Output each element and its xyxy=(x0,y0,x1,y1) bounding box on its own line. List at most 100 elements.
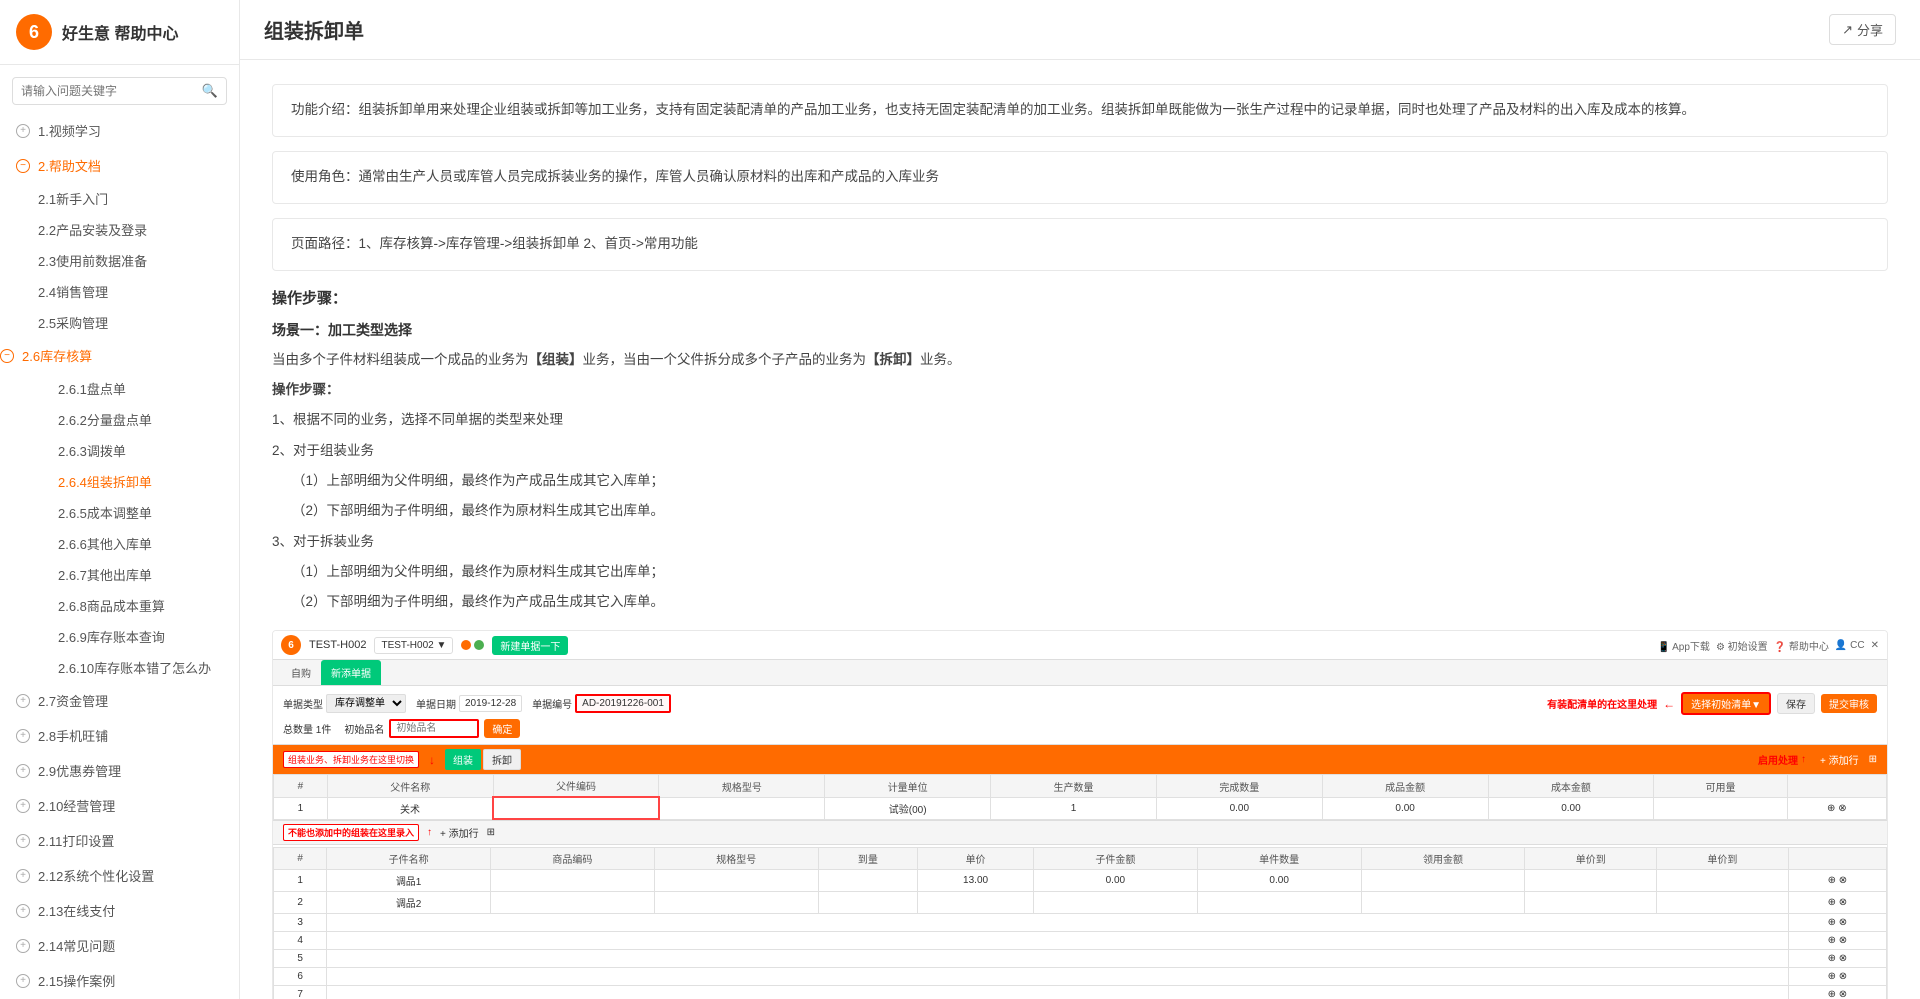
ss-type-label: 单据类型 xyxy=(283,696,323,711)
ss-close-icon[interactable]: ✕ xyxy=(1871,640,1879,651)
sidebar-item-new[interactable]: 2.1新手入门 xyxy=(38,183,239,214)
ss-col-cost-amt: 成本金额 xyxy=(1488,775,1654,798)
ss-bottom-table-icon: ⊞ xyxy=(487,827,495,838)
ss-bcol-code: 商品编码 xyxy=(491,848,655,870)
ss-right-annotation: 启用处理 ↑ xyxy=(1758,752,1806,767)
ss-form-row2: 总数量 1件 初始品名 确定 xyxy=(283,719,1877,738)
sidebar-item-other-in[interactable]: 2.6.6其他入库单 xyxy=(58,528,239,559)
ss-bcol-qty: 到量 xyxy=(818,848,918,870)
sidebar-item-online-pay[interactable]: + 2.13在线支付 xyxy=(0,893,239,928)
ss-bottom-add-btn[interactable]: + 添加行 xyxy=(440,825,479,840)
app-title: 好生意 帮助中心 xyxy=(62,20,178,44)
sidebar-item-cost-recalc[interactable]: 2.6.8商品成本重算 xyxy=(58,590,239,621)
sidebar-item-cases[interactable]: + 2.15操作案例 xyxy=(0,963,239,998)
ss-confirm-btn[interactable]: 确定 xyxy=(484,719,520,738)
ss-btn-assemble[interactable]: 组装 xyxy=(445,749,481,770)
ss-cell-num: 1 xyxy=(274,797,328,819)
ss-bottom-annotation: 不能也添加中的组装在这里录入 xyxy=(283,824,419,841)
ss-add-row-btn[interactable]: + 添加行 xyxy=(1820,752,1859,767)
ss-topbar: 6 TEST-H002 TEST-H002 ▼ 新建单据一下 📱 App下载 ⚙… xyxy=(273,631,1887,660)
sidebar-item-capital[interactable]: + 2.7资金管理 xyxy=(0,683,239,718)
sidebar-item-stock-query[interactable]: 2.6.9库存账本查询 xyxy=(58,621,239,652)
sidebar-item-other-out[interactable]: 2.6.7其他出库单 xyxy=(58,559,239,590)
sidebar-item-cost-adjust[interactable]: 2.6.5成本调整单 xyxy=(58,497,239,528)
sidebar-item-coupon[interactable]: + 2.9优惠券管理 xyxy=(0,753,239,788)
ss-section-annotation: 组装业务、拆卸业务在这里切换 xyxy=(283,751,419,768)
step2-1: （1）上部明细为父件明细，最终作为产成品生成其它入库单； xyxy=(272,469,1888,493)
ss-cell-unit: 试验(00) xyxy=(825,797,991,819)
ss-col-parent-name: 父件名称 xyxy=(327,775,493,798)
ss-cell-available xyxy=(1654,797,1787,819)
share-button[interactable]: ↗ 分享 xyxy=(1829,14,1896,45)
ss-bottom-table-container: # 子件名称 商品编码 规格型号 到量 单价 子件金额 单件数量 领用金额 单价… xyxy=(273,845,1887,999)
ss-tab-home[interactable]: 自购 xyxy=(281,660,321,685)
ss-search-input[interactable] xyxy=(389,719,479,738)
ss-submit-btn[interactable]: 提交审核 xyxy=(1821,694,1877,713)
ss-docno-value[interactable]: AD-20191226-001 xyxy=(575,694,671,713)
main-header: 组装拆卸单 ↗ 分享 xyxy=(240,0,1920,60)
sidebar-item-assemble[interactable]: 2.6.4组装拆卸单 xyxy=(58,466,239,497)
step3-2: （2）下部明细为子件明细，最终作为产成品生成其它入库单。 xyxy=(272,590,1888,614)
sidebar-item-adjust[interactable]: 2.6.3调拨单 xyxy=(58,435,239,466)
ss-dropdown[interactable]: TEST-H002 ▼ xyxy=(374,637,453,654)
sidebar-sub-inventory: 2.6.1盘点单 2.6.2分量盘点单 2.6.3调拨单 2.6.4组装拆卸单 … xyxy=(38,373,239,683)
sidebar-item-label: 2.12系统个性化设置 xyxy=(38,866,154,885)
search-icon[interactable]: 🔍 xyxy=(202,83,218,99)
ss-date-value[interactable]: 2019-12-28 xyxy=(459,695,522,712)
ss-tab-new[interactable]: 新添单据 xyxy=(321,660,381,685)
sidebar-item-sales[interactable]: 2.4销售管理 xyxy=(38,276,239,307)
ss-bcol-sub-amt: 子件金额 xyxy=(1033,848,1197,870)
table-row: 7⊕ ⊗ xyxy=(274,986,1887,999)
sidebar-item-label: 2.11打印设置 xyxy=(38,831,114,850)
ss-col-prod-amt: 成品金额 xyxy=(1322,775,1488,798)
sidebar-item-stock-count[interactable]: 2.6.1盘点单 xyxy=(58,373,239,404)
ss-top-table: # 父件名称 父件编码 规格型号 计量单位 生产数量 完成数量 成品金额 成本金… xyxy=(273,774,1887,820)
expand-icon: + xyxy=(16,799,30,813)
sidebar-item-biz[interactable]: + 2.10经营管理 xyxy=(0,788,239,823)
sidebar-item-print[interactable]: + 2.11打印设置 xyxy=(0,823,239,858)
search-box[interactable]: 🔍 xyxy=(12,77,227,105)
sidebar-item-install[interactable]: 2.2产品安装及登录 xyxy=(38,214,239,245)
ss-type-select[interactable]: 库存调整单 其他入库 xyxy=(326,694,406,713)
ss-orange-action-btn[interactable]: 选择初始清单▼ xyxy=(1681,692,1771,715)
sidebar-item-label: 1.视频学习 xyxy=(38,121,101,140)
ss-form-area: 单据类型 库存调整单 其他入库 单据日期 2019-12-28 单据编号 xyxy=(273,686,1887,745)
ss-cell-prod-qty[interactable]: 1 xyxy=(991,797,1157,819)
share-icon: ↗ xyxy=(1842,22,1853,38)
ss-bcol-price2: 单价到 xyxy=(1525,848,1657,870)
ss-new-btn[interactable]: 新建单据一下 xyxy=(492,636,568,655)
ss-section-bar: 组装业务、拆卸业务在这里切换 ↓ 组装 拆卸 启用处理 ↑ + 添加行 ⊞ xyxy=(273,745,1887,774)
sidebar-item-system[interactable]: + 2.12系统个性化设置 xyxy=(0,858,239,893)
ss-bottom-section-bar: 不能也添加中的组装在这里录入 ↑ + 添加行 ⊞ xyxy=(273,820,1887,845)
sidebar-item-label: 2.13在线支付 xyxy=(38,901,115,920)
ss-tab-extra[interactable] xyxy=(381,669,421,677)
ss-col-done-qty: 完成数量 xyxy=(1156,775,1322,798)
sidebar-item-purchase[interactable]: 2.5采购管理 xyxy=(38,307,239,338)
sidebar-item-inventory[interactable]: − 2.6库存核算 xyxy=(0,338,239,373)
app-logo: 6 xyxy=(16,14,52,50)
sidebar-item-stock-error[interactable]: 2.6.10库存账本错了怎么办 xyxy=(58,652,239,683)
sidebar-item-faq[interactable]: + 2.14常见问题 xyxy=(0,928,239,963)
sidebar-item-video[interactable]: + 1.视频学习 xyxy=(0,113,239,148)
ss-cell-parent-code[interactable] xyxy=(493,797,659,819)
ss-save-btn[interactable]: 保存 xyxy=(1777,693,1815,714)
sidebar-item-partial-count[interactable]: 2.6.2分量盘点单 xyxy=(58,404,239,435)
intro-role-block: 使用角色：通常由生产人员或库管人员完成拆装业务的操作，库管人员确认原材料的出库和… xyxy=(272,151,1888,204)
step2: 2、对于组装业务 xyxy=(272,439,1888,463)
expand-icon: + xyxy=(16,869,30,883)
ss-arrow-left: ← xyxy=(1663,697,1675,711)
ss-bcol-actions xyxy=(1788,848,1886,870)
expand-icon: + xyxy=(16,834,30,848)
sidebar-item-docs[interactable]: − 2.帮助文档 xyxy=(0,148,239,183)
table-row: 3⊕ ⊗ xyxy=(274,914,1887,932)
sidebar-nav: + 1.视频学习 − 2.帮助文档 2.1新手入门 2.2产品安装及登录 2.3… xyxy=(0,113,239,999)
ss-form-date: 单据日期 2019-12-28 xyxy=(416,695,522,712)
ss-btn-disassemble[interactable]: 拆卸 xyxy=(483,749,521,770)
sidebar-item-mobile[interactable]: + 2.8手机旺铺 xyxy=(0,718,239,753)
sidebar-item-data[interactable]: 2.3使用前数据准备 xyxy=(38,245,239,276)
search-input[interactable] xyxy=(21,84,202,98)
ss-col-num: # xyxy=(274,775,328,798)
ss-annotation-right: 有装配清单的在这里处理 xyxy=(1547,696,1657,711)
ss-cell-spec xyxy=(659,797,825,819)
screenshot-container: 6 TEST-H002 TEST-H002 ▼ 新建单据一下 📱 App下载 ⚙… xyxy=(272,630,1888,999)
